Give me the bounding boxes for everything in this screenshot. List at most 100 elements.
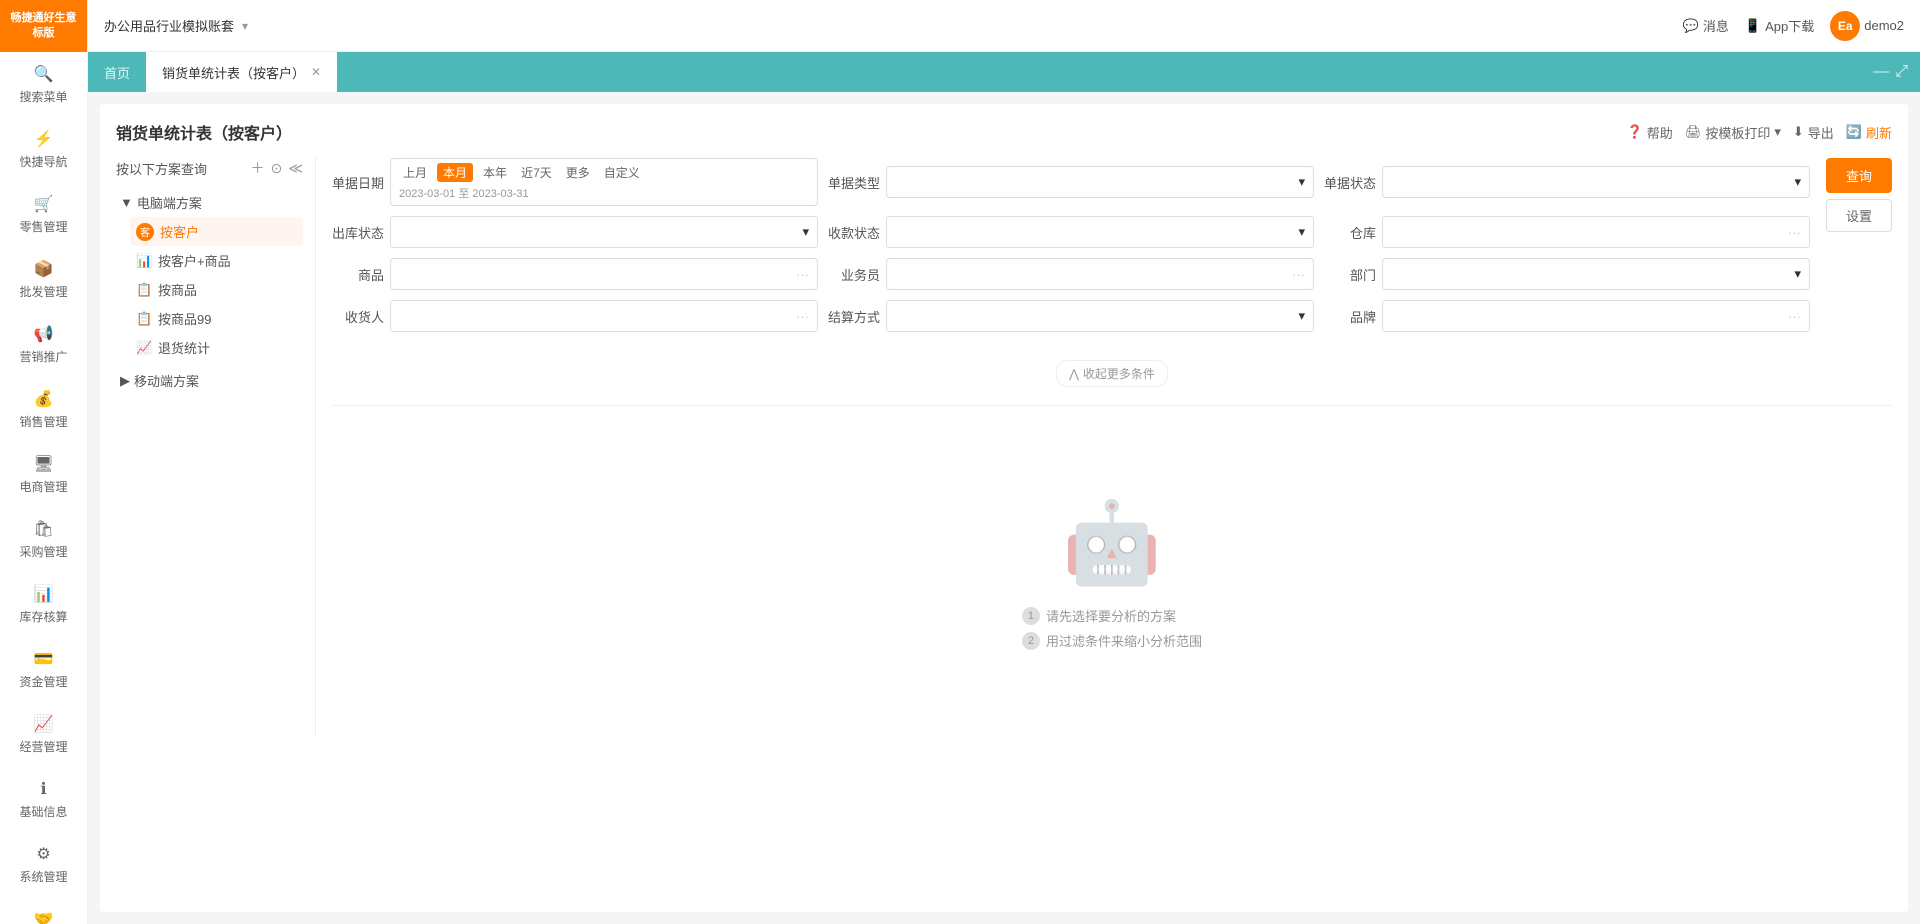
message-btn[interactable]: 💬 消息	[1683, 16, 1729, 35]
brand-control[interactable]: ···	[1382, 300, 1810, 332]
receiver-control[interactable]: ···	[390, 300, 818, 332]
scheme-by-customer-goods[interactable]: 📊 按客户+商品	[130, 246, 303, 275]
sidebar-item-enterprise[interactable]: 🤝 企业协同	[0, 897, 87, 924]
settle-label: 结算方式	[828, 307, 880, 326]
left-panel: 按以下方案查询 ＋ ⊙ ≪ ▼ 电脑端方案	[116, 158, 316, 736]
system-icon: ⚙	[36, 844, 50, 864]
account-title: 办公用品行业模拟账套	[104, 16, 234, 35]
settings-scheme-icon[interactable]: ⊙	[271, 160, 283, 177]
print-btn[interactable]: 🖨 按模板打印 ▾	[1685, 123, 1781, 142]
window-minimize-icon[interactable]: —	[1873, 63, 1889, 81]
date-tab-7days[interactable]: 近7天	[517, 163, 556, 182]
out-status-filter: 出库状态 ▾	[332, 216, 818, 248]
collapse-panel-icon[interactable]: ≪	[288, 160, 303, 177]
help-label: 帮助	[1647, 123, 1673, 142]
sidebar-item-quicknav[interactable]: ⚡ 快捷导航	[0, 117, 87, 182]
dept-control[interactable]: ▾	[1382, 258, 1810, 290]
date-tab-thisyear[interactable]: 本年	[479, 163, 511, 182]
refresh-btn[interactable]: 🔄 刷新	[1846, 123, 1892, 142]
sidebar-item-retail[interactable]: 🛒 零售管理	[0, 182, 87, 247]
date-tab-lastmonth[interactable]: 上月	[399, 163, 431, 182]
date-control[interactable]: 上月 本月 本年 近7天 更多 自定义 2023-03-01 至 2023-03…	[390, 158, 818, 206]
warehouse-control[interactable]: ···	[1382, 216, 1810, 248]
date-tab-thismonth[interactable]: 本月	[437, 163, 473, 182]
desktop-section-header[interactable]: ▼ 电脑端方案	[116, 188, 303, 217]
empty-robot-icon: 🤖	[1062, 496, 1162, 590]
scheme-by-goods[interactable]: 📋 按商品	[130, 275, 303, 304]
sidebar-menu: 🔍 搜索菜单 ⚡ 快捷导航 🛒 零售管理 📦 批发管理 📢 营销推广 💰 销售管…	[0, 52, 87, 924]
query-btn[interactable]: 查询	[1826, 158, 1892, 193]
bar-icon: 📈	[136, 340, 152, 356]
hint-num-2: 2	[1022, 632, 1040, 650]
sidebar-item-system-label: 系统管理	[19, 868, 67, 885]
scheme-return-stats[interactable]: 📈 退货统计	[130, 333, 303, 362]
tab-bar: 首页 销货单统计表（按客户） ✕ — ⤢	[88, 52, 1920, 92]
sidebar-item-purchase[interactable]: 🛍 采购管理	[0, 507, 87, 572]
out-status-control[interactable]: ▾	[390, 216, 818, 248]
sidebar-item-ecommerce-label: 电商管理	[19, 478, 67, 495]
page-header: 销货单统计表（按客户） ❓ 帮助 🖨 按模板打印 ▾ ⬇ 导出	[116, 120, 1892, 144]
collapse-up-icon: ⋀	[1069, 367, 1079, 381]
scheme-by-goods99-label: 按商品99	[158, 309, 211, 328]
scheme-by-customer[interactable]: 客 按客户	[130, 217, 303, 246]
sidebar-item-finance-label: 资金管理	[19, 673, 67, 690]
tab-sales-stats[interactable]: 销货单统计表（按客户） ✕	[146, 52, 337, 92]
date-tab-more[interactable]: 更多	[562, 163, 594, 182]
main-area: 办公用品行业模拟账套 ▾ 💬 消息 📱 App下载 Ea demo2 首页	[88, 0, 1920, 924]
management-icon: 📈	[34, 714, 54, 734]
order-type-control[interactable]: ▾	[886, 166, 1314, 198]
list-icon-2: 📋	[136, 311, 152, 327]
sidebar-item-finance[interactable]: 💳 资金管理	[0, 637, 87, 702]
date-tab-custom[interactable]: 自定义	[600, 163, 644, 182]
order-status-control[interactable]: ▾	[1382, 166, 1810, 198]
collect-status-control[interactable]: ▾	[886, 216, 1314, 248]
settings-btn[interactable]: 设置	[1826, 199, 1892, 232]
account-dropdown[interactable]: ▾	[242, 19, 248, 33]
mobile-section-header[interactable]: ▶ 移动端方案	[116, 366, 303, 395]
tab-close-icon[interactable]: ✕	[311, 65, 321, 79]
sidebar-item-search[interactable]: 🔍 搜索菜单	[0, 52, 87, 117]
sidebar-item-purchase-label: 采购管理	[19, 543, 67, 560]
user-area[interactable]: Ea demo2	[1830, 11, 1904, 41]
help-btn[interactable]: ❓ 帮助	[1627, 123, 1673, 142]
order-type-filter: 单据类型 ▾	[828, 166, 1314, 198]
page-actions: ❓ 帮助 🖨 按模板打印 ▾ ⬇ 导出 🔄 刷新	[1627, 123, 1892, 142]
purchase-icon: 🛍	[33, 519, 53, 539]
empty-hint-2-text: 用过滤条件来缩小分析范围	[1046, 631, 1202, 650]
export-icon: ⬇	[1793, 124, 1804, 140]
empty-hint-2: 2 用过滤条件来缩小分析范围	[1022, 631, 1202, 650]
dept-label: 部门	[1324, 265, 1376, 284]
app-download-btn[interactable]: 📱 App下载	[1745, 16, 1814, 35]
scheme-by-goods99[interactable]: 📋 按商品99	[130, 304, 303, 333]
hint-num-1: 1	[1022, 607, 1040, 625]
warehouse-dots: ···	[1788, 225, 1801, 240]
sidebar-item-basics[interactable]: ℹ 基础信息	[0, 767, 87, 832]
sidebar-item-system[interactable]: ⚙ 系统管理	[0, 832, 87, 897]
tab-home[interactable]: 首页	[88, 52, 146, 92]
collect-status-label: 收款状态	[828, 223, 880, 242]
order-status-label: 单据状态	[1324, 173, 1376, 192]
salesperson-control[interactable]: ···	[886, 258, 1314, 290]
sidebar-item-sales[interactable]: 💰 销售管理	[0, 377, 87, 442]
scheme-by-customer-goods-label: 按客户+商品	[158, 251, 231, 270]
left-panel-header: 按以下方案查询 ＋ ⊙ ≪	[116, 158, 303, 178]
left-panel-actions: ＋ ⊙ ≪	[251, 158, 303, 178]
divider	[332, 405, 1892, 406]
add-scheme-icon[interactable]: ＋	[251, 158, 265, 178]
sidebar-item-wholesale[interactable]: 📦 批发管理	[0, 247, 87, 312]
top-bar-right: 💬 消息 📱 App下载 Ea demo2	[1683, 11, 1904, 41]
sidebar-item-ecommerce[interactable]: 🖥 电商管理	[0, 442, 87, 507]
window-maximize-icon[interactable]: ⤢	[1895, 63, 1908, 81]
goods-control[interactable]: ···	[390, 258, 818, 290]
sidebar-item-marketing[interactable]: 📢 营销推广	[0, 312, 87, 377]
collapse-btn-label: 收起更多条件	[1083, 365, 1155, 382]
collapse-conditions-btn[interactable]: ⋀ 收起更多条件	[1056, 360, 1168, 387]
inventory-icon: 📊	[34, 584, 54, 604]
sidebar-item-management-label: 经营管理	[19, 738, 67, 755]
settle-control[interactable]: ▾	[886, 300, 1314, 332]
sidebar-item-inventory[interactable]: 📊 库存核算	[0, 572, 87, 637]
sidebar-item-management[interactable]: 📈 经营管理	[0, 702, 87, 767]
scheme-by-goods-label: 按商品	[158, 280, 197, 299]
export-btn[interactable]: ⬇ 导出	[1793, 123, 1834, 142]
collect-status-filter: 收款状态 ▾	[828, 216, 1314, 248]
